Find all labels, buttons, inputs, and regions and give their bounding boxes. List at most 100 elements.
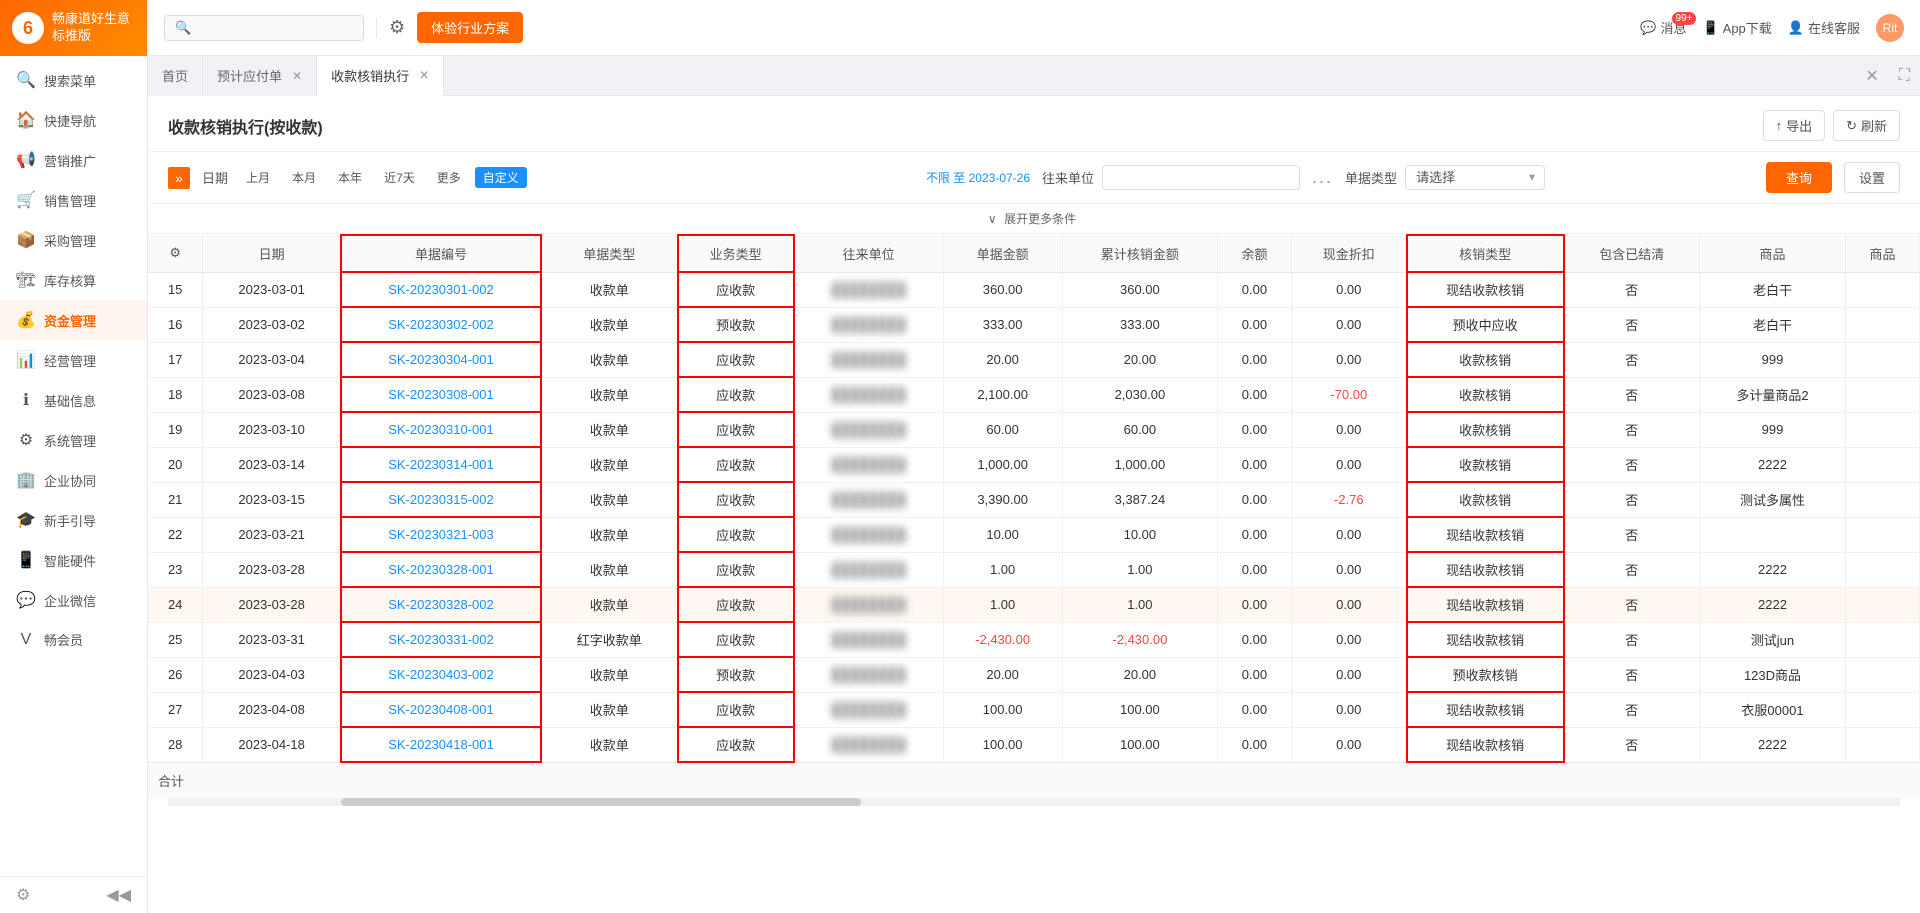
sidebar-item-inventory[interactable]: 🏗 库存核算 [0,260,147,300]
row-verify-type: 现结收款核销 [1407,552,1564,587]
settings-bottom-icon[interactable]: ⚙ [16,885,30,905]
voucher-no-link[interactable]: SK-20230301-002 [388,282,494,297]
voucher-no-link[interactable]: SK-20230331-002 [388,632,494,647]
row-balance: 0.00 [1218,727,1292,762]
sidebar-item-enterprise[interactable]: 🏢 企业协同 [0,460,147,500]
tab-payable-close[interactable]: ✕ [292,69,302,83]
row-voucher-type: 收款单 [541,692,678,727]
date-last-7days[interactable]: 近7天 [376,167,423,188]
voucher-no-link[interactable]: SK-20230408-001 [388,702,494,717]
date-custom[interactable]: 自定义 [475,167,527,188]
table-scroll-thumb[interactable] [341,798,861,806]
row-counterparty: ████████ [794,622,943,657]
sidebar-item-search[interactable]: 🔍 搜索菜单 [0,60,147,100]
row-goods: 衣服00001 [1699,692,1845,727]
query-button[interactable]: 查询 [1766,162,1832,193]
sidebar-item-wechat[interactable]: 💬 企业微信 [0,580,147,620]
purchase-icon: 📦 [16,230,36,250]
sidebar-item-purchase[interactable]: 📦 采购管理 [0,220,147,260]
voucher-type-select[interactable]: 请选择 [1405,165,1545,190]
messages-button[interactable]: 💬 消息 99+ [1640,18,1686,37]
row-voucher-no[interactable]: SK-20230314-001 [341,447,541,482]
tab-payable[interactable]: 预计应付单 ✕ [203,56,317,96]
refresh-button[interactable]: ↻ 刷新 [1833,110,1900,141]
row-voucher-no[interactable]: SK-20230331-002 [341,622,541,657]
row-voucher-type: 收款单 [541,377,678,412]
voucher-no-link[interactable]: SK-20230328-002 [388,597,494,612]
voucher-no-link[interactable]: SK-20230314-001 [388,457,494,472]
tab-collection[interactable]: 收款核销执行 ✕ [317,56,444,96]
voucher-no-link[interactable]: SK-20230403-002 [388,667,494,682]
row-voucher-no[interactable]: SK-20230328-002 [341,587,541,622]
voucher-no-link[interactable]: SK-20230302-002 [388,317,494,332]
row-include-settled: 否 [1564,377,1700,412]
tab-home[interactable]: 首页 [148,56,203,96]
row-voucher-no[interactable]: SK-20230310-001 [341,412,541,447]
enterprise-icon: 🏢 [16,470,36,490]
row-voucher-no[interactable]: SK-20230308-001 [341,377,541,412]
row-goods2 [1846,552,1920,587]
filter-toggle-button[interactable]: » [168,167,190,189]
row-voucher-no[interactable]: SK-20230408-001 [341,692,541,727]
sidebar-item-system[interactable]: ⚙ 系统管理 [0,420,147,460]
sidebar-label-operations: 经营管理 [44,351,96,370]
row-biz-type: 应收款 [678,482,794,517]
col-counterparty: 往来单位 [794,235,943,272]
sidebar-item-quicknav[interactable]: 🏠 快捷导航 [0,100,147,140]
settings-button[interactable]: 设置 [1844,162,1900,193]
voucher-no-link[interactable]: SK-20230418-001 [388,737,494,752]
row-voucher-no[interactable]: SK-20230302-002 [341,307,541,342]
date-more[interactable]: 更多 [429,167,469,188]
voucher-no-link[interactable]: SK-20230310-001 [388,422,494,437]
row-include-settled: 否 [1564,412,1700,447]
online-service-button[interactable]: 👤 在线客服 [1788,18,1860,37]
row-cumulative: 360.00 [1062,272,1217,307]
app-download-button[interactable]: 📱 App下载 [1702,18,1771,37]
export-button[interactable]: ↑ 导出 [1763,110,1826,141]
row-voucher-no[interactable]: SK-20230418-001 [341,727,541,762]
row-voucher-no[interactable]: SK-20230321-003 [341,517,541,552]
row-balance: 0.00 [1218,517,1292,552]
sidebar-item-hardware[interactable]: 📱 智能硬件 [0,540,147,580]
sidebar-item-operations[interactable]: 📊 经营管理 [0,340,147,380]
sidebar-item-basics[interactable]: ℹ 基础信息 [0,380,147,420]
date-this-year[interactable]: 本年 [330,167,370,188]
voucher-no-link[interactable]: SK-20230321-003 [388,527,494,542]
voucher-no-link[interactable]: SK-20230328-001 [388,562,494,577]
voucher-no-link[interactable]: SK-20230315-002 [388,492,494,507]
row-voucher-no[interactable]: SK-20230315-002 [341,482,541,517]
solution-button[interactable]: 体验行业方案 [417,12,523,43]
sidebar-item-finance[interactable]: 💰 资金管理 [0,300,147,340]
row-goods: 老白干 [1699,272,1845,307]
expand-more-bar[interactable]: ∨ 展开更多条件 [148,204,1920,234]
sidebar-item-sales[interactable]: 🛒 销售管理 [0,180,147,220]
logo-text: 畅康道好生意 [52,11,130,28]
sidebar-item-guide[interactable]: 🎓 新手引导 [0,500,147,540]
row-amount: -2,430.00 [943,622,1062,657]
row-voucher-no[interactable]: SK-20230328-001 [341,552,541,587]
counterparty-input[interactable] [1102,165,1300,190]
collapse-icon[interactable]: ◀◀ [106,885,131,905]
tab-close-all[interactable]: ✕ [1855,66,1888,86]
col-settings[interactable]: ⚙ [148,235,203,272]
table-scroll-bar[interactable] [168,798,1900,806]
row-voucher-no[interactable]: SK-20230304-001 [341,342,541,377]
date-this-month[interactable]: 本月 [284,167,324,188]
voucher-no-link[interactable]: SK-20230304-001 [388,352,494,367]
basics-icon: ℹ [16,390,36,410]
tab-collection-close[interactable]: ✕ [419,68,429,82]
row-voucher-no[interactable]: SK-20230403-002 [341,657,541,692]
date-last-month[interactable]: 上月 [238,167,278,188]
row-balance: 0.00 [1218,587,1292,622]
tab-expand[interactable]: ⛶ [1889,67,1920,85]
row-cash-discount: 0.00 [1291,412,1406,447]
sidebar-item-vip[interactable]: V 畅会员 [0,620,147,659]
row-cash-discount: 0.00 [1291,552,1406,587]
user-avatar[interactable]: Rit [1876,14,1904,42]
row-voucher-no[interactable]: SK-20230301-002 [341,272,541,307]
sidebar-item-marketing[interactable]: 📢 营销推广 [0,140,147,180]
row-date: 2023-03-28 [203,552,341,587]
gear-icon[interactable]: ⚙ [389,17,405,38]
topbar-search-box[interactable]: 🔍 [164,15,364,41]
voucher-no-link[interactable]: SK-20230308-001 [388,387,494,402]
